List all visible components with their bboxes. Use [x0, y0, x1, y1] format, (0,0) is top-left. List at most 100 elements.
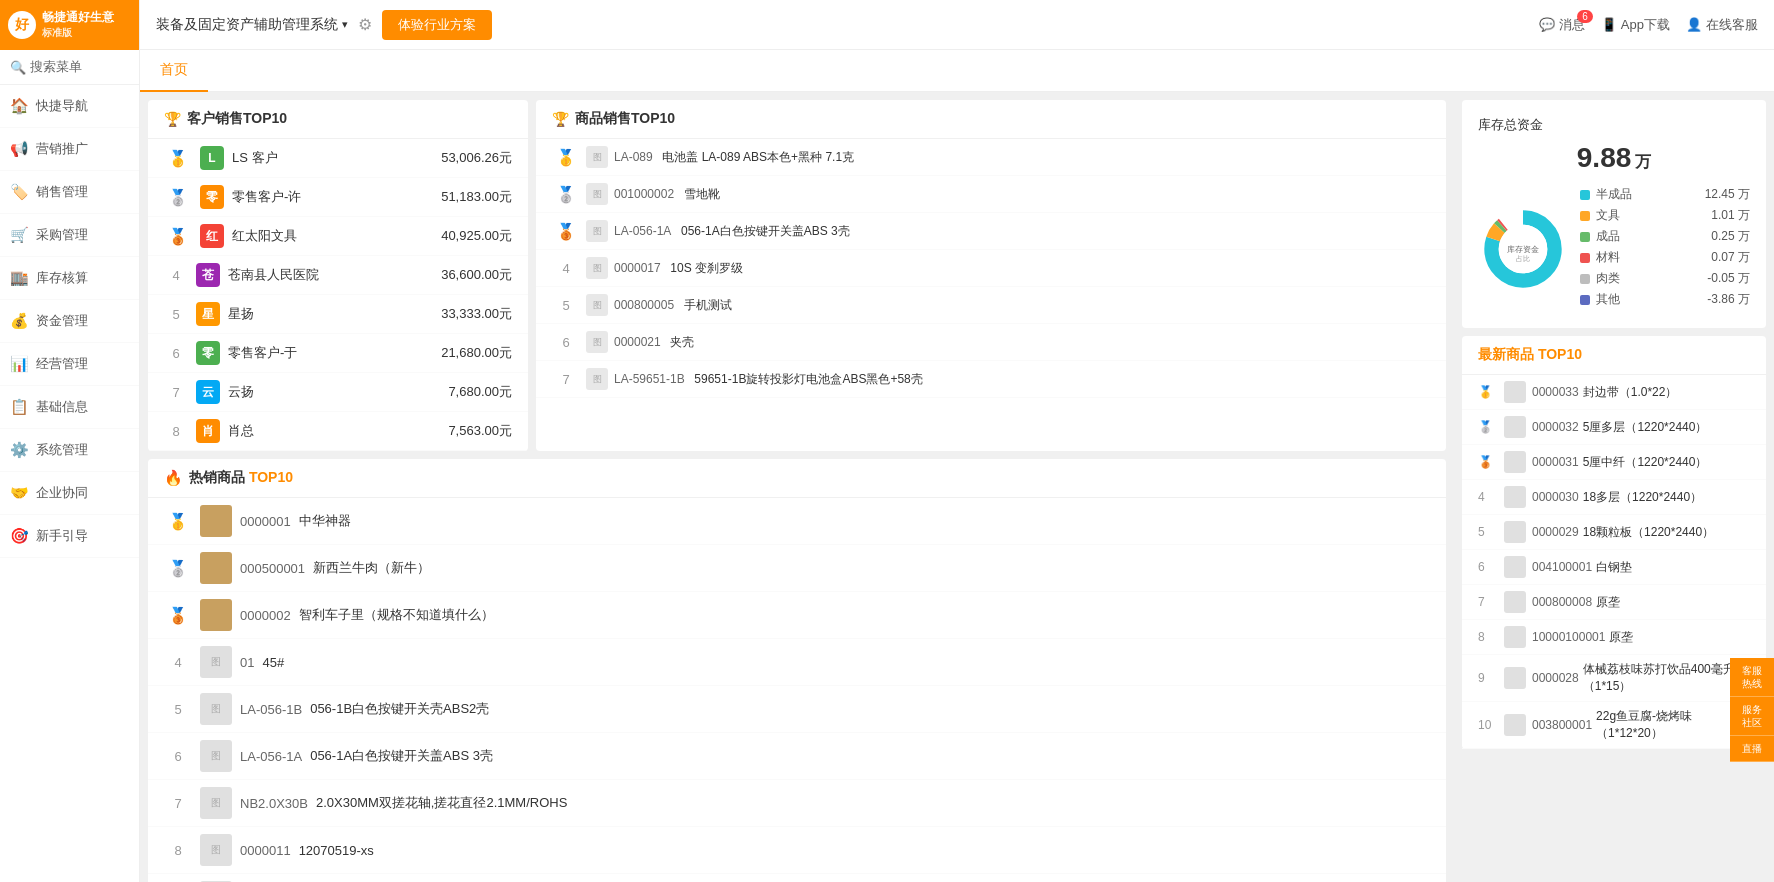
content: 🏆 客户销售TOP10 🥇 L LS 客户 53,006.26元 🥈 零 零售客…	[140, 92, 1774, 882]
customer-rank-row: 5 星 星扬 33,333.00元	[148, 295, 528, 334]
legend-label: 肉类	[1596, 270, 1620, 287]
sidebar-item-system[interactable]: ⚙️ 系统管理	[0, 429, 139, 472]
svg-text:库存资金: 库存资金	[1507, 245, 1539, 254]
rank-number: 5	[164, 307, 188, 322]
hot-product-sales-body: 🥇 图 LA-089 电池盖 LA-089 ABS本色+黑种 7.1克 🥈 图 …	[536, 139, 1446, 398]
sidebar-item-sales[interactable]: 🏷️ 销售管理	[0, 171, 139, 214]
sidebar-item-operations[interactable]: 📊 经营管理	[0, 343, 139, 386]
product-icon	[1504, 486, 1526, 508]
product-info: LA-59651-1B 59651-1B旋转投影灯电池盒ABS黑色+58壳	[614, 371, 1430, 388]
product-code: 003800001	[1532, 718, 1592, 732]
rank-number: 🥇	[164, 149, 192, 168]
legend-dot	[1580, 211, 1590, 221]
float-community-btn[interactable]: 服务 社区	[1730, 697, 1774, 736]
customer-value: 33,333.00元	[441, 305, 512, 323]
sidebar-item-basic[interactable]: 📋 基础信息	[0, 386, 139, 429]
product-name: 中华神器	[299, 512, 351, 530]
legend-value: 0.07 万	[1711, 249, 1750, 266]
product-code: 01	[240, 655, 254, 670]
legend-value: 1.01 万	[1711, 207, 1750, 224]
sales-icon: 🏷️	[10, 183, 28, 201]
tab-home[interactable]: 首页	[140, 50, 208, 92]
newest-product-row: 4 0000030 18多层（1220*2440）	[1462, 480, 1766, 515]
gear-icon[interactable]: ⚙	[358, 15, 372, 34]
float-service-btn[interactable]: 客服 热线	[1730, 658, 1774, 697]
customer-value: 40,925.00元	[441, 227, 512, 245]
product-name: 12070519-xs	[299, 843, 374, 858]
dropdown-arrow-icon: ▾	[342, 18, 348, 31]
product-code: 0000030	[1532, 490, 1579, 504]
newest-products-body: 🥇 0000033 封边带（1.0*22） 🥈 0000032 5厘多层（122…	[1462, 375, 1766, 749]
app-download-label: App下载	[1621, 16, 1670, 34]
hot-product-sales-header: 🏆 商品销售TOP10	[536, 100, 1446, 139]
rank-number: 7	[164, 385, 188, 400]
home-icon: 🏠	[10, 97, 28, 115]
messages-btn[interactable]: 💬 消息 6	[1539, 16, 1585, 34]
sidebar-item-inventory[interactable]: 🏬 库存核算	[0, 257, 139, 300]
product-code: 0000029	[1532, 525, 1579, 539]
sidebar-item-purchase[interactable]: 🛒 采购管理	[0, 214, 139, 257]
newest-product-row: 10 003800001 22g鱼豆腐-烧烤味（1*12*20）	[1462, 702, 1766, 749]
legend-dot	[1580, 274, 1590, 284]
rank-number: 🥉	[1478, 455, 1498, 469]
donut-container: 库存资金 占比 半成品 12.45 万 文具 1.01 万 成品 0.25 万 …	[1478, 186, 1750, 312]
rank-number: 8	[164, 843, 192, 858]
rank-number: 🥇	[1478, 385, 1498, 399]
product-name: 新西兰牛肉（新牛）	[313, 559, 430, 577]
sidebar-item-guide[interactable]: 🎯 新手引导	[0, 515, 139, 558]
online-service-btn[interactable]: 👤 在线客服	[1686, 16, 1758, 34]
product-name: 18多层（1220*2440）	[1583, 489, 1702, 506]
legend-list: 半成品 12.45 万 文具 1.01 万 成品 0.25 万 材料 0.07 …	[1580, 186, 1750, 312]
customer-avatar: 红	[200, 224, 224, 248]
customer-ranking-header: 🏆 客户销售TOP10	[148, 100, 528, 139]
nav-label: 采购管理	[36, 226, 88, 244]
top-section: 🏆 客户销售TOP10 🥇 L LS 客户 53,006.26元 🥈 零 零售客…	[140, 92, 1454, 455]
sidebar-item-finance[interactable]: 💰 资金管理	[0, 300, 139, 343]
rank-number: 🥈	[164, 188, 192, 207]
product-icon: 图	[586, 294, 608, 316]
newest-product-row: 9 0000028 体械荔枝味苏打饮品400毫升（1*15）	[1462, 655, 1766, 702]
sidebar-item-collab[interactable]: 🤝 企业协同	[0, 472, 139, 515]
product-thumb: 图	[200, 693, 232, 725]
nav-label: 快捷导航	[36, 97, 88, 115]
system-title-text: 装备及固定资产辅助管理系统	[156, 16, 338, 34]
sidebar-search[interactable]: 🔍 搜索菜单	[0, 50, 139, 85]
medal-icon: 🥈	[556, 186, 576, 203]
product-code: NB2.0X30B	[240, 796, 308, 811]
hot-product-row: 🥉 0000002 智利车子里（规格不知道填什么）	[148, 592, 1446, 639]
product-thumb	[200, 552, 232, 584]
customer-rank-row: 8 肖 肖总 7,563.00元	[148, 412, 528, 451]
product-icon	[1504, 667, 1526, 689]
legend-label: 文具	[1596, 207, 1620, 224]
product-thumb: 图	[200, 834, 232, 866]
trial-button[interactable]: 体验行业方案	[382, 10, 492, 40]
search-icon: 🔍	[10, 60, 26, 75]
customer-name: 零售客户-许	[232, 188, 441, 206]
page-nav: 首页	[140, 50, 1774, 92]
newest-product-row: 5 0000029 18颗粒板（1220*2440）	[1462, 515, 1766, 550]
system-title-dropdown[interactable]: 装备及固定资产辅助管理系统 ▾	[156, 16, 348, 34]
product-icon	[1504, 416, 1526, 438]
fire-icon: 🔥	[164, 469, 183, 487]
product-code: LA-056-1A	[240, 749, 302, 764]
app-download-btn[interactable]: 📱 App下载	[1601, 16, 1670, 34]
rank-number: 7	[552, 372, 580, 387]
legend-item: 半成品 12.45 万	[1580, 186, 1750, 203]
customer-name: 星扬	[228, 305, 441, 323]
product-info: 0000017 10S 变刹罗级	[614, 260, 1430, 277]
hot-product-sales-row: 🥈 图 001000002 雪地靴	[536, 176, 1446, 213]
mobile-icon: 📱	[1601, 17, 1617, 32]
operations-icon: 📊	[10, 355, 28, 373]
sidebar-item-marketing[interactable]: 📢 营销推广	[0, 128, 139, 171]
trophy-icon: 🏆	[164, 111, 181, 127]
medal-icon: 🥉	[168, 228, 188, 245]
customer-value: 53,006.26元	[441, 149, 512, 167]
sidebar-item-home[interactable]: 🏠 快捷导航	[0, 85, 139, 128]
customer-name: LS 客户	[232, 149, 441, 167]
product-code: 000800008	[1532, 595, 1592, 609]
product-name: 体械荔枝味苏打饮品400毫升（1*15）	[1583, 661, 1750, 695]
rank-number: 🥉	[164, 606, 192, 625]
legend-value: -0.05 万	[1707, 270, 1750, 287]
float-live-btn[interactable]: 直播	[1730, 736, 1774, 762]
nav-label: 资金管理	[36, 312, 88, 330]
